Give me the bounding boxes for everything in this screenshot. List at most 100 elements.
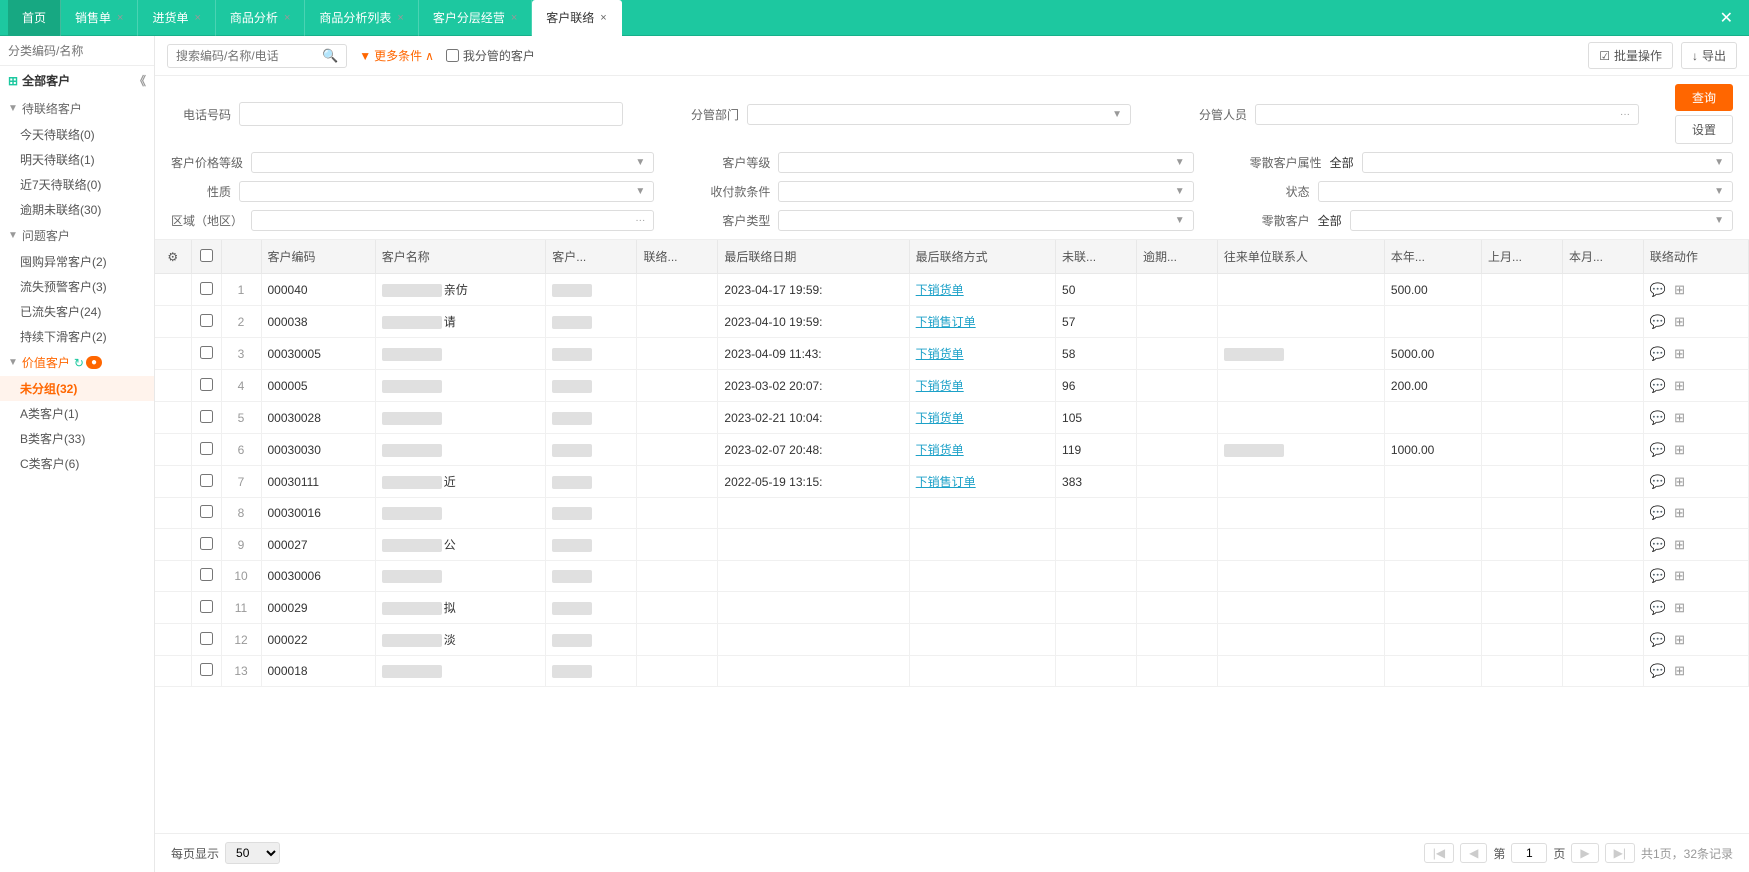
retail-customer-select[interactable]: ▼: [1350, 210, 1733, 231]
row-check[interactable]: [191, 434, 221, 466]
row-checkbox[interactable]: [200, 663, 213, 676]
retail-attr-select[interactable]: ▼: [1362, 152, 1733, 173]
row-check[interactable]: [191, 656, 221, 687]
nav-tab-product-analysis[interactable]: 商品分析 ×: [216, 0, 305, 36]
sidebar-item-class-a[interactable]: A类客户(1): [0, 401, 154, 426]
sidebar-item-tomorrow[interactable]: 明天待联络(1): [0, 147, 154, 172]
row-checkbox[interactable]: [200, 282, 213, 295]
page-input[interactable]: [1511, 843, 1547, 863]
nav-tab-customer-contact[interactable]: 客户联络 ×: [532, 0, 621, 36]
row-checkbox[interactable]: [200, 442, 213, 455]
chat-icon[interactable]: 💬: [1650, 537, 1666, 553]
nav-tab-home[interactable]: 首页: [8, 0, 61, 36]
next-page-btn[interactable]: ▶: [1571, 843, 1598, 863]
window-close[interactable]: ✕: [1712, 8, 1741, 28]
grid-action-icon[interactable]: ⊞: [1674, 505, 1685, 521]
payment-select[interactable]: ▼: [778, 181, 1193, 202]
sidebar-item-7days[interactable]: 近7天待联络(0): [0, 172, 154, 197]
batch-ops-btn[interactable]: ☑ 批量操作: [1588, 42, 1673, 69]
col-check[interactable]: [191, 240, 221, 274]
col-settings[interactable]: ⚙: [155, 240, 191, 274]
person-select[interactable]: ···: [1255, 104, 1639, 125]
reset-btn[interactable]: 设置: [1675, 115, 1733, 144]
row-checkbox[interactable]: [200, 314, 213, 327]
purchase-close[interactable]: ×: [194, 12, 200, 24]
sidebar-item-overdue[interactable]: 逾期未联络(30): [0, 197, 154, 222]
row-check[interactable]: [191, 370, 221, 402]
nature-select[interactable]: ▼: [239, 181, 654, 202]
chat-icon[interactable]: 💬: [1650, 410, 1666, 426]
grid-action-icon[interactable]: ⊞: [1674, 442, 1685, 458]
sidebar-group-problem[interactable]: ▼ 问题客户: [0, 222, 154, 249]
row-checkbox[interactable]: [200, 378, 213, 391]
sidebar-item-churn-warning[interactable]: 流失预警客户(3): [0, 274, 154, 299]
nav-tab-sales[interactable]: 销售单 ×: [61, 0, 138, 36]
sidebar-search-input[interactable]: [8, 44, 155, 58]
product-analysis-list-close[interactable]: ×: [397, 12, 403, 24]
row-check[interactable]: [191, 624, 221, 656]
chat-icon[interactable]: 💬: [1650, 378, 1666, 394]
row-checkbox[interactable]: [200, 537, 213, 550]
row-checkbox[interactable]: [200, 632, 213, 645]
chat-icon[interactable]: 💬: [1650, 314, 1666, 330]
sidebar-item-class-c[interactable]: C类客户(6): [0, 451, 154, 476]
grid-action-icon[interactable]: ⊞: [1674, 282, 1685, 298]
last-page-btn[interactable]: ▶|: [1605, 843, 1635, 863]
grid-action-icon[interactable]: ⊞: [1674, 663, 1685, 679]
row-check[interactable]: [191, 274, 221, 306]
phone-input[interactable]: [239, 102, 623, 126]
my-customers-check[interactable]: [446, 49, 459, 62]
customer-type-select[interactable]: ▼: [778, 210, 1193, 231]
sidebar-item-ungrouped[interactable]: 未分组(32): [0, 376, 154, 401]
chat-icon[interactable]: 💬: [1650, 663, 1666, 679]
first-page-btn[interactable]: |◀: [1424, 843, 1454, 863]
nav-tab-product-analysis-list[interactable]: 商品分析列表 ×: [305, 0, 418, 36]
row-checkbox[interactable]: [200, 600, 213, 613]
chat-icon[interactable]: 💬: [1650, 632, 1666, 648]
filter-more-btn[interactable]: ▼ 更多条件 ∧: [359, 47, 434, 64]
row-check[interactable]: [191, 402, 221, 434]
filter-search-icon[interactable]: 🔍: [322, 48, 338, 64]
row-check[interactable]: [191, 561, 221, 592]
grid-action-icon[interactable]: ⊞: [1674, 568, 1685, 584]
grid-action-icon[interactable]: ⊞: [1674, 314, 1685, 330]
row-check[interactable]: [191, 338, 221, 370]
customer-segment-close[interactable]: ×: [511, 12, 517, 24]
nav-tab-customer-segment[interactable]: 客户分层经营 ×: [419, 0, 532, 36]
chat-icon[interactable]: 💬: [1650, 505, 1666, 521]
my-customers-checkbox[interactable]: 我分管的客户: [446, 47, 535, 64]
dept-select[interactable]: ▼: [747, 104, 1131, 125]
export-btn[interactable]: ↓ 导出: [1681, 42, 1737, 69]
chat-icon[interactable]: 💬: [1650, 474, 1666, 490]
chat-icon[interactable]: 💬: [1650, 282, 1666, 298]
sidebar-group-value[interactable]: ▼ 价值客户 ↻ ●: [0, 349, 154, 376]
row-checkbox[interactable]: [200, 346, 213, 359]
sidebar-item-lost[interactable]: 已流失客户(24): [0, 299, 154, 324]
row-check[interactable]: [191, 466, 221, 498]
customer-contact-close[interactable]: ×: [600, 12, 606, 24]
filter-search-input[interactable]: [176, 49, 316, 63]
sidebar-group-pending[interactable]: ▼ 待联络客户: [0, 95, 154, 122]
per-page-select[interactable]: 50 100 200: [225, 842, 280, 864]
sidebar-item-class-b[interactable]: B类客户(33): [0, 426, 154, 451]
row-check[interactable]: [191, 306, 221, 338]
row-check[interactable]: [191, 498, 221, 529]
grid-action-icon[interactable]: ⊞: [1674, 346, 1685, 362]
price-level-select[interactable]: ▼: [251, 152, 654, 173]
refresh-icon[interactable]: ↻: [74, 356, 84, 370]
sidebar-item-today[interactable]: 今天待联络(0): [0, 122, 154, 147]
product-analysis-close[interactable]: ×: [284, 12, 290, 24]
chat-icon[interactable]: 💬: [1650, 568, 1666, 584]
sidebar-item-declining[interactable]: 持续下滑客户(2): [0, 324, 154, 349]
prev-page-btn[interactable]: ◀: [1460, 843, 1487, 863]
query-btn[interactable]: 查询: [1675, 84, 1733, 111]
select-all-check[interactable]: [200, 249, 213, 262]
region-select[interactable]: ···: [251, 210, 654, 231]
sidebar-item-hoarding[interactable]: 囤购异常客户(2): [0, 249, 154, 274]
all-customers-section[interactable]: ⊞ 全部客户 《: [0, 66, 154, 95]
grid-action-icon[interactable]: ⊞: [1674, 632, 1685, 648]
row-check[interactable]: [191, 592, 221, 624]
grid-action-icon[interactable]: ⊞: [1674, 378, 1685, 394]
row-check[interactable]: [191, 529, 221, 561]
chat-icon[interactable]: 💬: [1650, 442, 1666, 458]
